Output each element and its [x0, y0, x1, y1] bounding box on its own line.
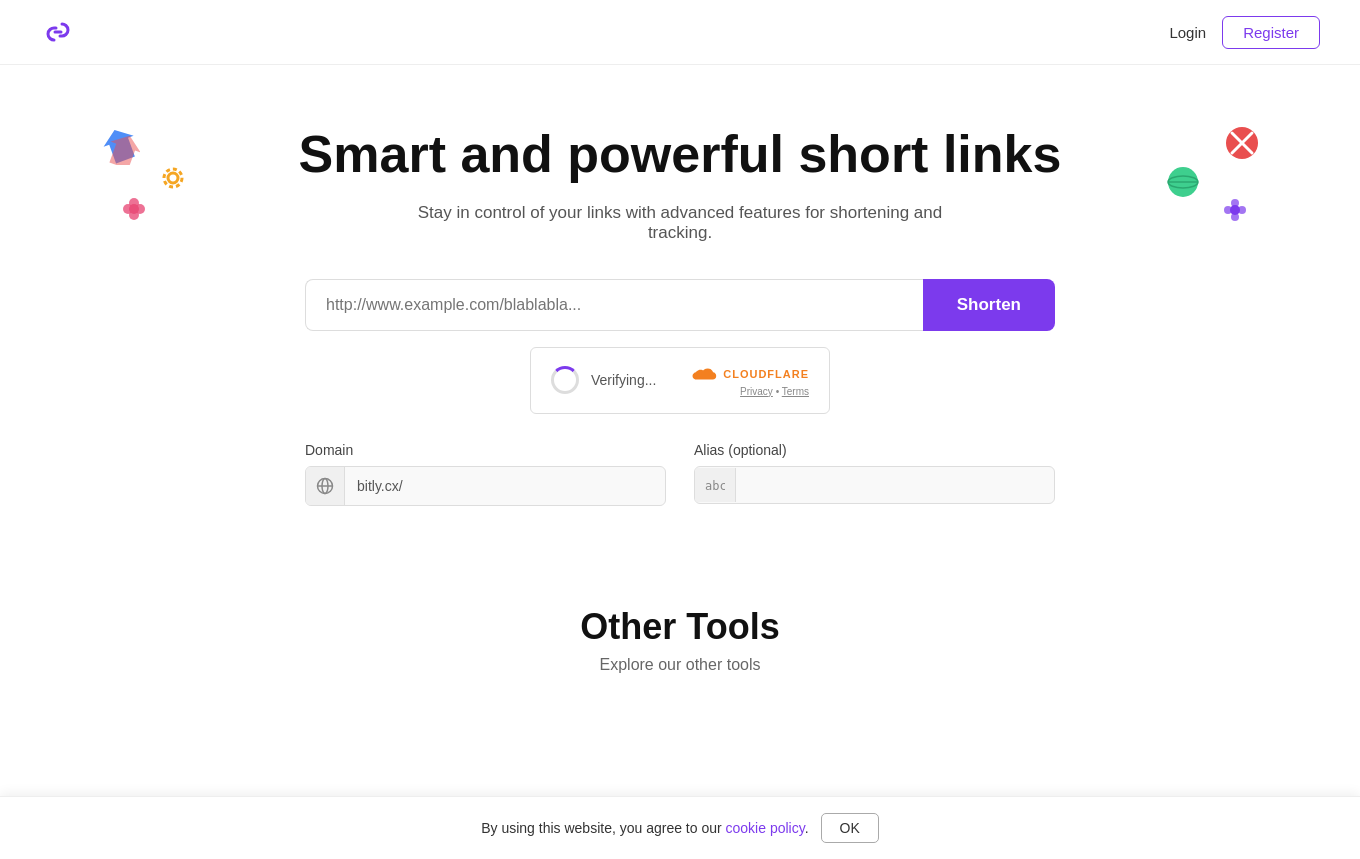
navbar: Login Register — [0, 0, 1360, 65]
domain-input[interactable] — [345, 468, 665, 504]
svg-line-11 — [1232, 133, 1252, 153]
hero-title: Smart and powerful short links — [299, 125, 1062, 185]
svg-point-7 — [123, 204, 133, 214]
svg-point-19 — [1238, 206, 1246, 214]
svg-point-8 — [135, 204, 145, 214]
domain-label: Domain — [305, 442, 666, 458]
svg-point-14 — [1168, 176, 1198, 188]
svg-line-12 — [1232, 133, 1252, 153]
fields-row: Domain Alias (optional) abc — [305, 442, 1055, 506]
svg-point-6 — [129, 210, 139, 220]
deco-red-circle-icon — [1224, 125, 1260, 165]
other-tools-section: Other Tools Explore our other tools — [0, 546, 1360, 694]
cf-brand-text: CLOUDFLARE — [723, 368, 809, 380]
svg-point-20 — [1230, 205, 1240, 215]
register-button[interactable]: Register — [1222, 16, 1320, 49]
deco-flower-icon — [120, 195, 148, 227]
url-input[interactable] — [305, 279, 923, 331]
svg-point-13 — [1168, 167, 1198, 197]
svg-point-9 — [129, 204, 139, 214]
cf-links: Privacy • Terms — [740, 386, 809, 397]
shorten-button[interactable]: Shorten — [923, 279, 1055, 331]
svg-point-17 — [1231, 213, 1239, 221]
cookie-text-before: By using this website, you agree to our — [481, 820, 721, 836]
alias-input-wrap: abc — [694, 466, 1055, 504]
svg-point-3 — [168, 173, 178, 183]
cf-terms-link[interactable]: Terms — [782, 386, 809, 397]
svg-marker-2 — [104, 130, 140, 165]
deco-arrow-icon — [100, 125, 140, 169]
cloudflare-cloud-icon — [687, 364, 719, 384]
alias-abc-icon: abc — [695, 468, 736, 502]
svg-point-16 — [1231, 199, 1239, 207]
login-button[interactable]: Login — [1169, 24, 1206, 41]
nav-actions: Login Register — [1169, 16, 1320, 49]
svg-point-4 — [164, 169, 182, 187]
cf-separator: • — [776, 386, 780, 397]
deco-purple-flower-icon — [1220, 195, 1250, 229]
svg-point-5 — [129, 198, 139, 208]
domain-www-icon — [306, 467, 345, 505]
deco-gear-icon — [160, 165, 186, 195]
svg-marker-1 — [100, 125, 140, 165]
hero-section: Smart and powerful short links Stay in c… — [0, 65, 1360, 546]
cookie-text-after: . — [805, 820, 809, 836]
cf-left: Verifying... — [551, 366, 656, 394]
alias-input[interactable] — [736, 467, 1054, 503]
cloudflare-widget: Verifying... CLOUDFLARE Privacy • Terms — [530, 347, 830, 414]
cookie-policy-link[interactable]: cookie policy — [726, 820, 805, 836]
svg-point-18 — [1224, 206, 1232, 214]
logo-icon — [40, 14, 76, 50]
deco-green-ball-icon — [1166, 165, 1200, 203]
url-form: Shorten — [305, 279, 1055, 331]
logo[interactable] — [40, 14, 76, 50]
domain-input-wrap — [305, 466, 666, 506]
svg-point-10 — [1226, 127, 1258, 159]
alias-label: Alias (optional) — [694, 442, 1055, 458]
cookie-banner: By using this website, you agree to our … — [0, 796, 1360, 859]
cf-logo: CLOUDFLARE — [687, 364, 809, 384]
alias-field-group: Alias (optional) abc — [694, 442, 1055, 506]
cf-spinner — [551, 366, 579, 394]
other-tools-subtitle: Explore our other tools — [20, 656, 1340, 674]
svg-text:abc: abc — [705, 479, 725, 492]
cookie-ok-button[interactable]: OK — [821, 813, 879, 843]
cf-privacy-link[interactable]: Privacy — [740, 386, 773, 397]
domain-field-group: Domain — [305, 442, 666, 506]
cf-verifying-text: Verifying... — [591, 372, 656, 388]
cookie-text: By using this website, you agree to our … — [481, 820, 808, 836]
hero-subtitle: Stay in control of your links with advan… — [390, 203, 970, 243]
other-tools-title: Other Tools — [20, 606, 1340, 648]
cf-right: CLOUDFLARE Privacy • Terms — [687, 364, 809, 397]
